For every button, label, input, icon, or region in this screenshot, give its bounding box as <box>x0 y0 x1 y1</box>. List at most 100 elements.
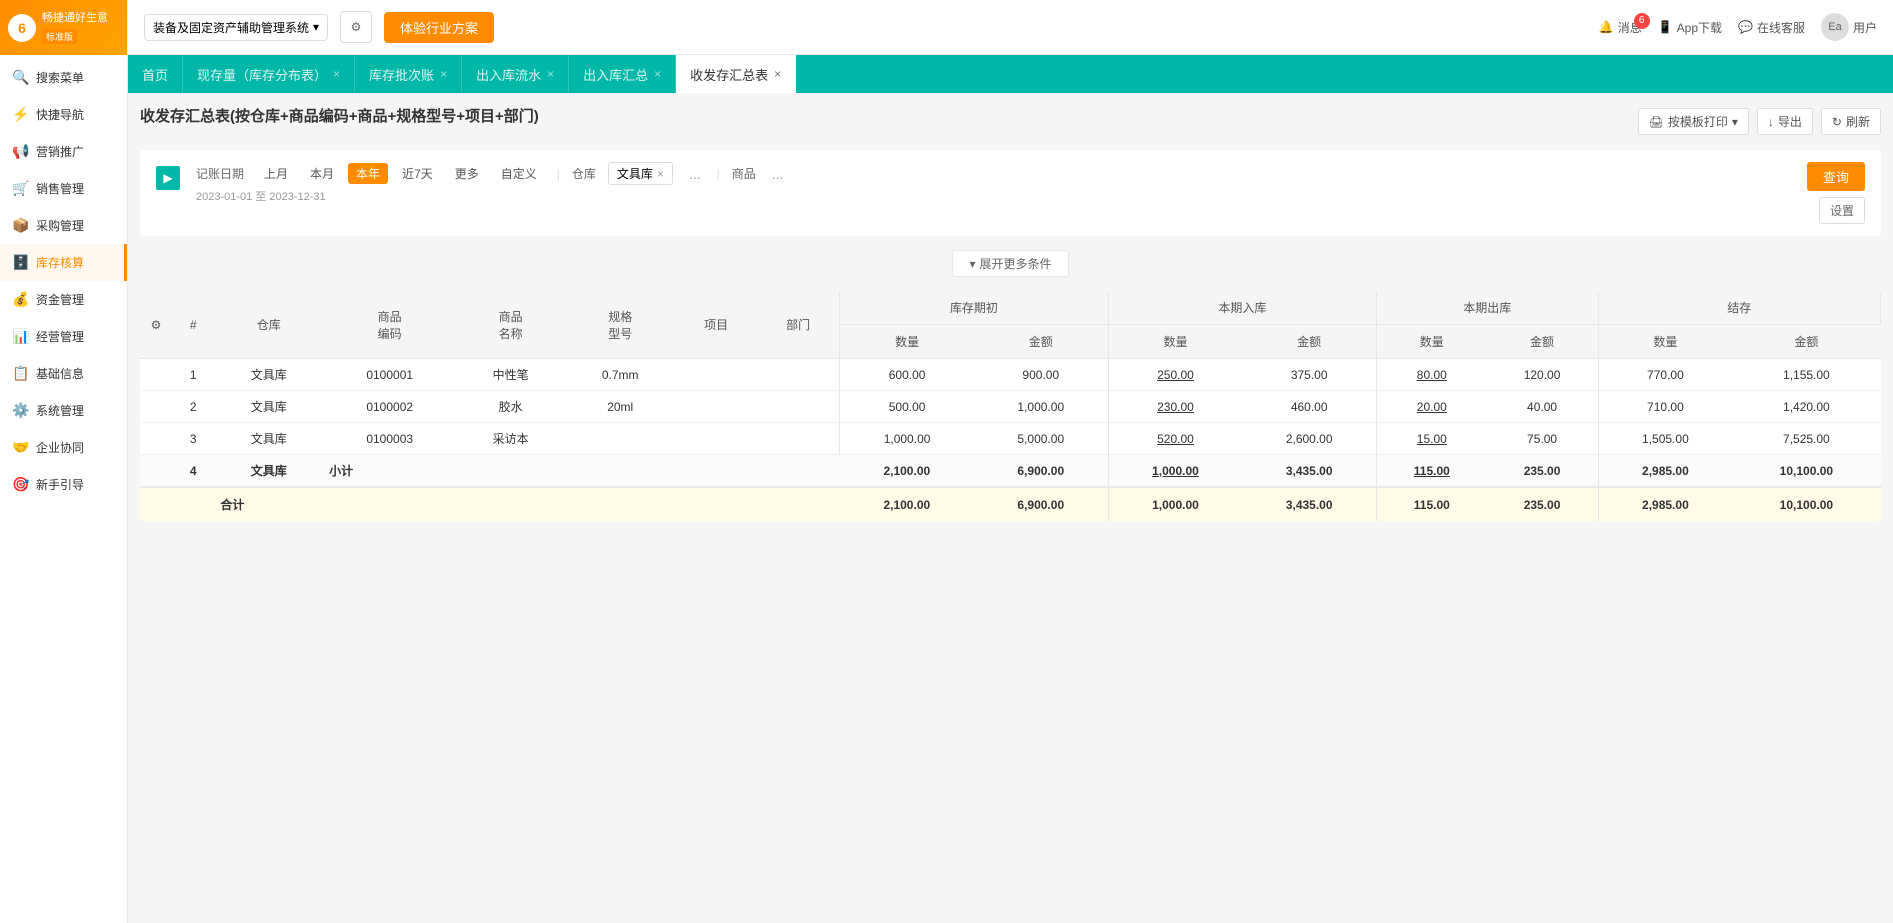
warehouse-close-icon[interactable]: × <box>657 167 664 181</box>
row-department <box>757 359 840 391</box>
tab-receive_summary[interactable]: 收发存汇总表 × <box>676 55 796 93</box>
sidebar-label-quick-nav: 快捷导航 <box>36 106 84 123</box>
subtotal-outbound-qty[interactable]: 115.00 <box>1377 455 1487 488</box>
tab-batch[interactable]: 库存批次账× <box>355 55 462 93</box>
notifications[interactable]: 🔔 消息 6 <box>1599 19 1642 36</box>
sidebar-logo: 6 畅捷通好生意 标准版 <box>0 0 127 55</box>
col-index: # <box>172 291 214 359</box>
sidebar-item-inventory[interactable]: 🗄️ 库存核算 <box>0 244 127 281</box>
sidebar-item-enterprise[interactable]: 🤝 企业协同 <box>0 429 127 466</box>
print-button[interactable]: 🖨 按模板打印 ▾ <box>1638 108 1749 135</box>
row-inbound-qty[interactable]: 230.00 <box>1108 391 1242 423</box>
tab-inventory[interactable]: 现存量（库存分布表）× <box>183 55 355 93</box>
col-group-outbound: 本期出库 <box>1377 291 1599 325</box>
sidebar-item-marketing[interactable]: 📢 营销推广 <box>0 133 127 170</box>
row-outbound-qty[interactable]: 15.00 <box>1377 423 1487 455</box>
page-header: 收发存汇总表(按仓库+商品编码+商品+规格型号+项目+部门) 🖨 按模板打印 ▾… <box>140 105 1881 138</box>
date-label: 记账日期 <box>196 165 244 182</box>
quick-nav-icon: ⚡ <box>12 106 28 123</box>
col-goods-name: 商品名称 <box>456 291 565 359</box>
user-menu[interactable]: Ea 用户 <box>1821 13 1877 41</box>
date-this-year[interactable]: 本年 <box>348 163 388 184</box>
app-download[interactable]: 📱 App下载 <box>1658 19 1722 36</box>
sidebar-item-finance[interactable]: 💰 资金管理 <box>0 281 127 318</box>
filter-collapse-button[interactable]: ▶ <box>156 166 180 190</box>
subtotal-inbound-qty[interactable]: 1,000.00 <box>1108 455 1242 488</box>
row-inbound-qty[interactable]: 520.00 <box>1108 423 1242 455</box>
row-department <box>757 391 840 423</box>
tab-inout_flow[interactable]: 出入库流水 × <box>462 55 569 93</box>
tab-close-batch[interactable]: × <box>440 67 447 81</box>
date-this-month[interactable]: 本月 <box>302 163 342 184</box>
row-department <box>757 423 840 455</box>
refresh-button[interactable]: ↻ 刷新 <box>1821 108 1881 135</box>
online-service[interactable]: 💬 在线客服 <box>1738 19 1805 36</box>
tab-inout_summary[interactable]: 出入库汇总× <box>569 55 676 93</box>
tab-label-inout_flow: 出入库流水 <box>476 65 541 84</box>
warehouse-tag: 文具库 × <box>608 162 673 185</box>
row-inbound-amount: 375.00 <box>1242 359 1376 391</box>
tab-label-receive_summary: 收发存汇总表 <box>690 65 768 84</box>
row-closing-qty: 770.00 <box>1598 359 1732 391</box>
user-avatar: Ea <box>1821 13 1849 41</box>
row-opening-qty: 500.00 <box>840 391 974 423</box>
warehouse-more-btn[interactable]: ... <box>689 166 701 182</box>
sidebar-label-inventory: 库存核算 <box>36 254 84 271</box>
row-goods-name: 胶水 <box>456 391 565 423</box>
row-project <box>675 391 757 423</box>
row-outbound-amount: 120.00 <box>1487 359 1599 391</box>
date-more[interactable]: 更多 <box>447 163 487 184</box>
row-closing-qty: 1,505.00 <box>1598 423 1732 455</box>
row-outbound-qty[interactable]: 80.00 <box>1377 359 1487 391</box>
col-outbound-amount: 金额 <box>1487 325 1599 359</box>
row-goods-code: 0100001 <box>323 359 456 391</box>
page-header-actions: 🖨 按模板打印 ▾ ↓ 导出 ↻ 刷新 <box>1638 108 1881 135</box>
sidebar-label-system: 系统管理 <box>36 402 84 419</box>
date-last-month[interactable]: 上月 <box>256 163 296 184</box>
search-button[interactable]: 查询 <box>1807 162 1865 191</box>
row-project <box>675 423 757 455</box>
filter-settings-button[interactable]: 设置 <box>1819 197 1865 224</box>
col-closing-amount: 金额 <box>1732 325 1880 359</box>
export-icon: ↓ <box>1768 115 1774 129</box>
date-7days[interactable]: 近7天 <box>394 163 441 184</box>
sidebar-item-system[interactable]: ⚙️ 系统管理 <box>0 392 127 429</box>
tab-close-inventory[interactable]: × <box>333 67 340 81</box>
filter-sep1: | <box>557 167 560 181</box>
tab-close-inout_flow[interactable]: × <box>547 67 554 81</box>
notifications-badge: 6 <box>1634 13 1650 29</box>
sidebar-item-sales[interactable]: 🛒 销售管理 <box>0 170 127 207</box>
row-goods-spec: 20ml <box>565 391 675 423</box>
table-subtotal-row: 4 文具库 小计 2,100.00 6,900.00 1,000.00 3,43… <box>140 455 1881 488</box>
subtotal-inbound-amount: 3,435.00 <box>1242 455 1376 488</box>
tab-home[interactable]: 首页 <box>128 55 183 93</box>
sidebar-item-operation[interactable]: 📊 经营管理 <box>0 318 127 355</box>
sidebar-item-quick-nav[interactable]: ⚡ 快捷导航 <box>0 96 127 133</box>
app-download-label: App下载 <box>1677 19 1722 36</box>
sidebar-item-purchase[interactable]: 📦 采购管理 <box>0 207 127 244</box>
col-settings: ⚙ <box>140 291 172 359</box>
export-button[interactable]: ↓ 导出 <box>1757 108 1813 135</box>
goods-more-btn[interactable]: ... <box>772 166 784 182</box>
row-index: 3 <box>172 423 214 455</box>
row-opening-amount: 5,000.00 <box>974 423 1108 455</box>
row-outbound-qty[interactable]: 20.00 <box>1377 391 1487 423</box>
sidebar: 6 畅捷通好生意 标准版 🔍 搜索菜单 ⚡ 快捷导航 📢 营销推广 🛒 销售管理… <box>0 0 128 923</box>
row-warehouse: 文具库 <box>214 423 323 455</box>
settings-button[interactable]: ⚙ <box>340 11 372 43</box>
sidebar-item-newbie[interactable]: 🎯 新手引导 <box>0 466 127 503</box>
col-goods-code: 商品编码 <box>323 291 456 359</box>
expand-more-button[interactable]: ▾ 展开更多条件 <box>952 250 1068 277</box>
system-selector[interactable]: 装备及固定资产辅助管理系统 ▾ <box>144 14 328 41</box>
sidebar-item-basic[interactable]: 📋 基础信息 <box>0 355 127 392</box>
trial-button[interactable]: 体验行业方案 <box>384 12 494 43</box>
total-opening-amount: 6,900.00 <box>974 487 1108 521</box>
refresh-label: 刷新 <box>1846 113 1870 130</box>
date-custom[interactable]: 自定义 <box>493 163 545 184</box>
row-inbound-qty[interactable]: 250.00 <box>1108 359 1242 391</box>
tab-close-inout_summary[interactable]: × <box>654 67 661 81</box>
sidebar-item-search[interactable]: 🔍 搜索菜单 <box>0 59 127 96</box>
tab-label-home: 首页 <box>142 65 168 84</box>
row-project <box>675 359 757 391</box>
tab-close-receive_summary[interactable]: × <box>774 67 781 81</box>
